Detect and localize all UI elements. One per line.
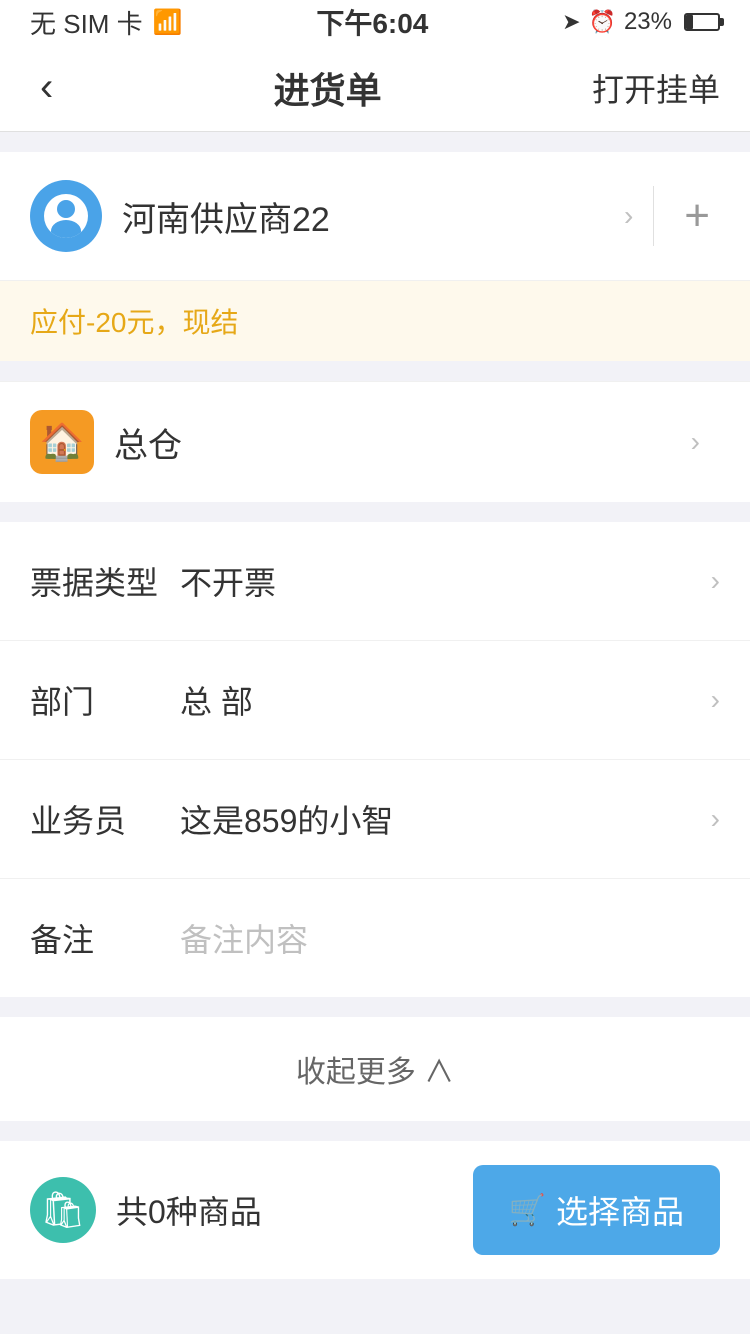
warehouse-chevron-icon: › [691,426,700,458]
product-count-text: 共0种商品 [116,1187,473,1233]
invoice-chevron-icon: › [711,565,720,597]
page-title: 进货单 [274,62,382,114]
remark-input[interactable]: 备注内容 [170,915,720,961]
nav-bar: ‹ 进货单 打开挂单 [0,44,750,132]
cart-icon-container: 🛍 [30,1177,96,1243]
select-goods-label: 选择商品 [556,1187,684,1233]
status-right: ➤ ⏰ 23% [562,8,720,36]
invoice-value: 不开票 [170,558,711,604]
time-display: 下午6:04 [316,2,428,42]
invoice-row[interactable]: 票据类型 不开票 › [0,522,750,641]
warehouse-row[interactable]: 🏠 总仓 › [0,381,750,502]
department-row[interactable]: 部门 总 部 › [0,641,750,760]
remark-row[interactable]: 备注 备注内容 [0,879,750,997]
collapse-section[interactable]: 收起更多 ∧ [0,1017,750,1121]
battery-percent: 23% [624,8,672,36]
back-button[interactable]: ‹ [30,55,63,120]
remark-label: 备注 [30,915,170,961]
collapse-label[interactable]: 收起更多 ∧ [296,1047,454,1091]
notice-text: 应付-20元，现结 [30,307,238,338]
department-chevron-icon: › [711,684,720,716]
house-icon: 🏠 [40,421,85,463]
status-left: 无 SIM 卡 📶 [30,4,183,41]
add-supplier-button[interactable]: + [674,191,720,241]
salesman-chevron-icon: › [711,803,720,835]
carrier-text: 无 SIM 卡 [30,4,143,41]
salesman-row[interactable]: 业务员 这是859的小智 › [0,760,750,879]
department-value: 总 部 [170,677,711,723]
supplier-avatar [30,180,102,252]
salesman-value: 这是859的小智 [170,796,711,842]
battery-icon [684,13,720,31]
vertical-divider [653,186,654,246]
location-icon: ➤ [562,9,580,35]
supplier-chevron-icon: › [624,200,633,232]
select-goods-button[interactable]: 🛒 选择商品 [473,1165,720,1255]
supplier-name: 河南供应商22 [122,192,624,241]
warehouse-icon: 🏠 [30,410,94,474]
open-pending-button[interactable]: 打开挂单 [592,65,720,111]
alarm-icon: ⏰ [589,9,616,35]
form-section: 票据类型 不开票 › 部门 总 部 › 业务员 这是859的小智 › 备注 备注… [0,522,750,997]
bottom-bar: 🛍 共0种商品 🛒 选择商品 [0,1141,750,1279]
status-bar: 无 SIM 卡 📶 下午6:04 ➤ ⏰ 23% [0,0,750,44]
select-goods-icon: 🛒 [509,1193,546,1228]
notice-banner: 应付-20元，现结 [0,281,750,361]
warehouse-section: 🏠 总仓 › [0,381,750,502]
supplier-row[interactable]: 河南供应商22 › + [0,152,750,281]
invoice-label: 票据类型 [30,558,170,604]
main-content: 河南供应商22 › + 应付-20元，现结 🏠 总仓 › 票据类型 不开票 › [0,152,750,1279]
wifi-icon: 📶 [153,8,183,37]
cart-icon: 🛍 [40,1189,86,1231]
warehouse-name: 总仓 [114,418,691,467]
department-label: 部门 [30,677,170,723]
supplier-section: 河南供应商22 › + 应付-20元，现结 [0,152,750,361]
salesman-label: 业务员 [30,796,170,842]
